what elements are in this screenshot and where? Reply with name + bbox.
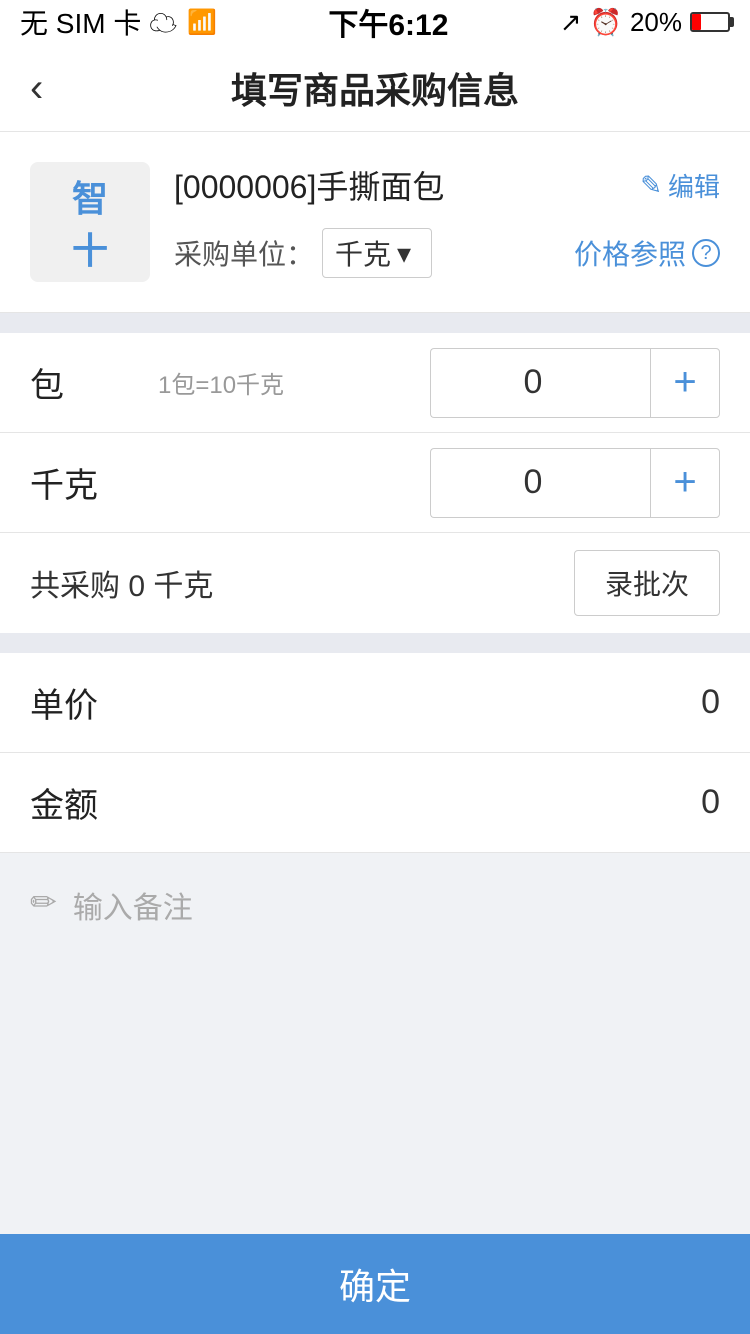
battery-icon [690, 12, 730, 32]
page-title: 填写商品采购信息 [231, 62, 519, 114]
kg-input-right: + [430, 448, 720, 518]
status-time: 下午6:12 [328, 0, 448, 44]
pencil-icon: ✏ [30, 883, 57, 921]
unit-price-row: 单价 0 [0, 653, 750, 753]
bag-input-right: + [430, 348, 720, 418]
kg-input-row: 千克 + [0, 433, 750, 533]
thumb-text2: 十 [72, 222, 108, 274]
notes-placeholder: 输入备注 [73, 883, 193, 927]
kg-plus-button[interactable]: + [650, 448, 720, 518]
unit-row: 采购单位： 千克 ▾ 价格参照 ? [174, 228, 720, 278]
bag-input-row: 包 1包=10千克 + [0, 333, 750, 433]
unit-value: 千克 [335, 233, 391, 273]
battery-percent: 20% [630, 7, 682, 38]
product-name-row: [0000006]手撕面包 ✎ 编辑 [174, 162, 720, 208]
product-thumbnail: 智 十 [30, 162, 150, 282]
summary-text: 共采购 0 千克 [30, 561, 213, 605]
input-section: 包 1包=10千克 + 千克 + [0, 333, 750, 533]
dropdown-icon: ▾ [397, 237, 411, 270]
nav-bar: ‹ 填写商品采购信息 [0, 44, 750, 132]
back-button[interactable]: ‹ [30, 68, 43, 108]
bag-sublabel: 1包=10千克 [158, 365, 284, 400]
notes-section[interactable]: ✏ 输入备注 [0, 853, 750, 1133]
bag-label: 包 [30, 358, 150, 407]
bag-quantity-input[interactable] [430, 348, 650, 418]
batch-button[interactable]: 录批次 [574, 550, 720, 616]
unit-price-value: 0 [701, 683, 720, 722]
status-bar: 无 SIM 卡 ☁ 📶 下午6:12 ↗ ⏰ 20% [0, 0, 750, 44]
bag-plus-button[interactable]: + [650, 348, 720, 418]
amount-label: 金额 [30, 778, 98, 827]
product-info: [0000006]手撕面包 ✎ 编辑 采购单位： 千克 ▾ 价格参照 ? [174, 162, 720, 278]
amount-row: 金额 0 [0, 753, 750, 853]
location-icon: ↗ [560, 7, 582, 38]
section-separator-2 [0, 633, 750, 653]
unit-select[interactable]: 千克 ▾ [322, 228, 432, 278]
info-icon: ? [692, 239, 720, 267]
price-ref-label: 价格参照 [574, 233, 686, 273]
alarm-icon: ⏰ [590, 7, 622, 38]
amount-value: 0 [701, 783, 720, 822]
kg-quantity-input[interactable] [430, 448, 650, 518]
confirm-button[interactable]: 确定 [0, 1234, 750, 1334]
section-separator-1 [0, 313, 750, 333]
confirm-label: 确定 [339, 1258, 411, 1310]
status-right: ↗ ⏰ 20% [560, 7, 730, 38]
product-name: [0000006]手撕面包 [174, 162, 444, 208]
thumb-text1: 智 [72, 170, 108, 222]
wifi-icon: 📶 [187, 8, 217, 37]
status-left: 无 SIM 卡 ☁ 📶 [20, 2, 217, 42]
kg-label: 千克 [30, 458, 150, 507]
unit-price-label: 单价 [30, 678, 98, 727]
price-ref-button[interactable]: 价格参照 ? [574, 233, 720, 273]
edit-button[interactable]: ✎ 编辑 [640, 167, 720, 204]
unit-label: 采购单位： [174, 233, 314, 273]
sim-label: 无 SIM 卡 ☁ [20, 2, 177, 42]
price-info-section: 单价 0 金额 0 [0, 653, 750, 853]
edit-icon: ✎ [640, 170, 662, 201]
product-card: 智 十 [0000006]手撕面包 ✎ 编辑 采购单位： 千克 ▾ 价格参照 ? [0, 132, 750, 313]
summary-row: 共采购 0 千克 录批次 [0, 533, 750, 633]
